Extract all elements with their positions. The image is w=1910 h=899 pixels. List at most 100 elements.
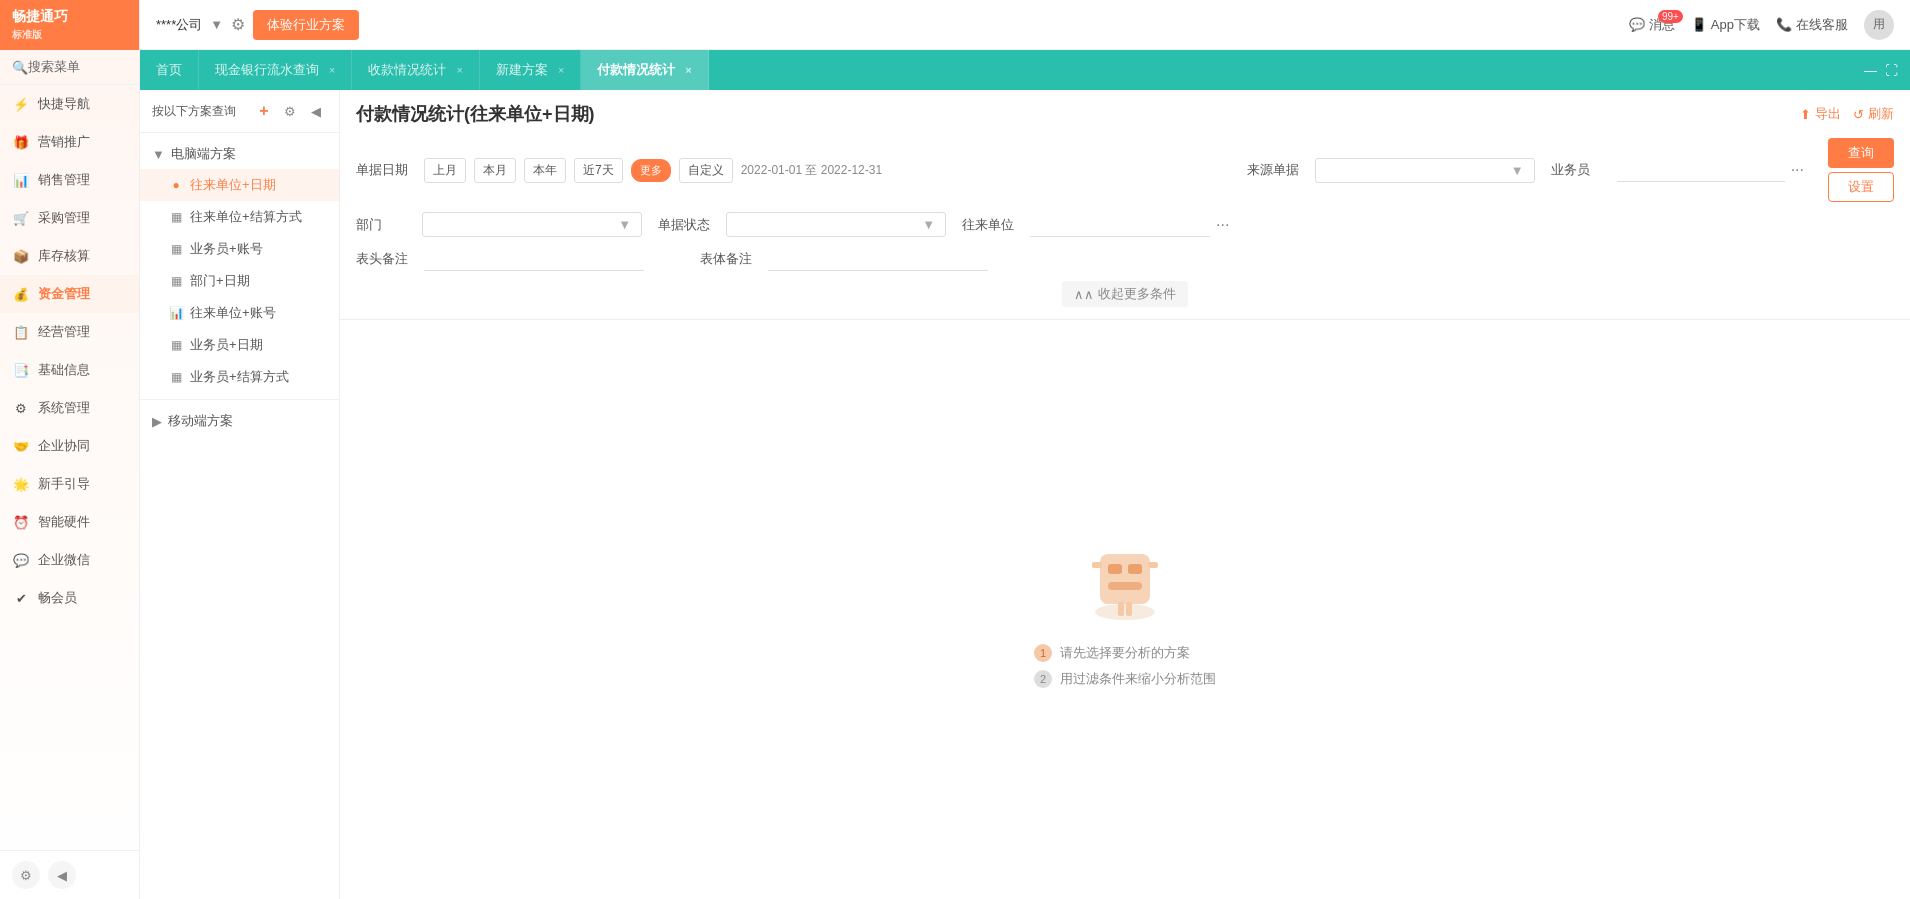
desktop-group-title[interactable]: ▼ 电脑端方案	[140, 139, 339, 169]
svg-rect-7	[1092, 562, 1102, 568]
mobile-group-title[interactable]: ▶ 移动端方案	[140, 406, 339, 436]
scheme-counterparty-account[interactable]: 📊 往来单位+账号	[140, 297, 339, 329]
sidebar-item-purchase[interactable]: 🛒 采购管理	[0, 199, 139, 237]
sidebar-item-hardware[interactable]: ⏰ 智能硬件	[0, 503, 139, 541]
collapse-more-btn[interactable]: ∧∧ 收起更多条件	[1062, 281, 1188, 307]
sidebar-item-member[interactable]: ✔ 畅会员	[0, 579, 139, 617]
user-avatar[interactable]: 用	[1864, 10, 1894, 40]
collapse-label: 收起更多条件	[1098, 285, 1176, 303]
date-btn-custom[interactable]: 自定义	[679, 158, 733, 183]
sidebar-item-basic[interactable]: 📑 基础信息	[0, 351, 139, 389]
tab-new[interactable]: 新建方案 ×	[480, 50, 581, 90]
sidebar-item-marketing[interactable]: 🎁 营销推广	[0, 123, 139, 161]
agent-field-wrap: ···	[1617, 158, 1804, 182]
tip-text-2: 用过滤条件来缩小分析范围	[1060, 670, 1216, 688]
header-remark-input[interactable]	[424, 247, 644, 271]
sidebar-item-inventory[interactable]: 📦 库存核算	[0, 237, 139, 275]
app-download-link[interactable]: 📱 App下载	[1691, 16, 1760, 34]
date-btn-more[interactable]: 更多	[631, 159, 671, 182]
tab-payment-label: 付款情况统计	[597, 61, 675, 79]
filter-row-3: 表头备注 表体备注	[356, 247, 1894, 271]
tab-minimize-icon[interactable]: —	[1864, 63, 1877, 78]
agent-input[interactable]	[1617, 158, 1785, 182]
dept-dropdown-icon: ▼	[618, 217, 631, 232]
sidebar-label-sales: 销售管理	[38, 171, 90, 189]
scheme-agent-account[interactable]: ▦ 业务员+账号	[140, 233, 339, 265]
filter-row-2: 部门 ▼ 单据状态 ▼ 往来单位 ···	[356, 212, 1894, 237]
sidebar-collapse-btn[interactable]: ◀	[48, 861, 76, 889]
sidebar-item-sales[interactable]: 📊 销售管理	[0, 161, 139, 199]
sidebar-settings-btn[interactable]: ⚙	[12, 861, 40, 889]
tab-income-close[interactable]: ×	[456, 64, 462, 76]
scheme-settings-btn[interactable]: ⚙	[279, 100, 301, 122]
date-btn-last-month[interactable]: 上月	[424, 158, 466, 183]
body-remark-input[interactable]	[768, 247, 988, 271]
settings-button[interactable]: 设置	[1828, 172, 1894, 202]
tab-income[interactable]: 收款情况统计 ×	[352, 50, 479, 90]
date-range-text: 2022-01-01 至 2022-12-31	[741, 162, 882, 179]
sidebar: 畅捷通巧 标准版 🔍 搜索菜单 ⚡ 快捷导航 🎁 营销推广 📊 销售管理 🛒 采…	[0, 0, 140, 899]
source-select[interactable]: ▼	[1315, 158, 1535, 183]
scheme-icon-2: ▦	[168, 241, 184, 257]
scheme-counterparty-date[interactable]: ● 往来单位+日期	[140, 169, 339, 201]
empty-tip-2: 2 用过滤条件来缩小分析范围	[1034, 670, 1216, 688]
scheme-dept-date[interactable]: ▦ 部门+日期	[140, 265, 339, 297]
dept-label: 部门	[356, 216, 406, 234]
sidebar-label-nav: 快捷导航	[38, 95, 90, 113]
sidebar-item-operation[interactable]: 📋 经营管理	[0, 313, 139, 351]
export-label: 导出	[1815, 105, 1841, 123]
scheme-label-agent-settle: 业务员+结算方式	[190, 368, 289, 386]
download-label: App下载	[1711, 16, 1760, 34]
member-icon: ✔	[12, 589, 30, 607]
agent-ellipsis-btn[interactable]: ···	[1791, 161, 1804, 179]
scheme-active-icon: ●	[168, 177, 184, 193]
top-header: ****公司 ▼ ⚙ 体验行业方案 💬 消息 99+ 📱 App下载 📞 在线客…	[140, 0, 1910, 50]
sidebar-item-wechat[interactable]: 💬 企业微信	[0, 541, 139, 579]
tab-home[interactable]: 首页	[140, 50, 199, 90]
sidebar-label-search: 搜索菜单	[28, 58, 80, 76]
sidebar-item-finance[interactable]: 💰 资金管理	[0, 275, 139, 313]
panel-collapse-btn[interactable]: ◀	[305, 100, 327, 122]
date-btn-this-month[interactable]: 本月	[474, 158, 516, 183]
sidebar-label-hardware: 智能硬件	[38, 513, 90, 531]
date-btn-7days[interactable]: 近7天	[574, 158, 623, 183]
empty-tips: 1 请先选择要分析的方案 2 用过滤条件来缩小分析范围	[1034, 644, 1216, 688]
settings-gear-icon[interactable]: ⚙	[231, 15, 245, 34]
notification-bell[interactable]: 💬 消息 99+	[1629, 16, 1675, 34]
add-scheme-btn[interactable]: +	[253, 100, 275, 122]
counterparty-ellipsis-btn[interactable]: ···	[1216, 216, 1229, 234]
header-remark-label: 表头备注	[356, 250, 408, 268]
sidebar-label-basic: 基础信息	[38, 361, 90, 379]
svg-rect-3	[1128, 564, 1142, 574]
sidebar-item-guide[interactable]: 🌟 新手引导	[0, 465, 139, 503]
tab-expand-icon[interactable]: ⛶	[1885, 63, 1898, 78]
tab-bank[interactable]: 现金银行流水查询 ×	[199, 50, 352, 90]
scheme-icon-1: ▦	[168, 209, 184, 225]
empty-state: 1 请先选择要分析的方案 2 用过滤条件来缩小分析范围	[340, 320, 1910, 899]
basic-icon: 📑	[12, 361, 30, 379]
sidebar-item-search[interactable]: 🔍 搜索菜单	[0, 50, 139, 85]
tab-new-close[interactable]: ×	[558, 64, 564, 76]
tab-payment[interactable]: 付款情况统计 ×	[581, 50, 708, 90]
scheme-counterparty-settle[interactable]: ▦ 往来单位+结算方式	[140, 201, 339, 233]
tab-bank-close[interactable]: ×	[329, 64, 335, 76]
tab-payment-close[interactable]: ×	[685, 64, 691, 76]
status-select[interactable]: ▼	[726, 212, 946, 237]
dropdown-icon[interactable]: ▼	[210, 17, 223, 32]
date-btn-this-year[interactable]: 本年	[524, 158, 566, 183]
sidebar-item-system[interactable]: ⚙ 系统管理	[0, 389, 139, 427]
query-button[interactable]: 查询	[1828, 138, 1894, 168]
refresh-btn[interactable]: ↺ 刷新	[1853, 105, 1894, 123]
online-service-link[interactable]: 📞 在线客服	[1776, 16, 1848, 34]
scheme-agent-date[interactable]: ▦ 业务员+日期	[140, 329, 339, 361]
sidebar-item-nav[interactable]: ⚡ 快捷导航	[0, 85, 139, 123]
scheme-agent-settle[interactable]: ▦ 业务员+结算方式	[140, 361, 339, 393]
counterparty-input[interactable]	[1030, 213, 1210, 237]
sidebar-item-enterprise[interactable]: 🤝 企业协同	[0, 427, 139, 465]
export-btn[interactable]: ⬆ 导出	[1800, 105, 1841, 123]
scheme-icon-6: ▦	[168, 369, 184, 385]
header-left: ****公司 ▼ ⚙ 体验行业方案	[156, 10, 1617, 40]
dept-select[interactable]: ▼	[422, 212, 642, 237]
trial-button[interactable]: 体验行业方案	[253, 10, 359, 40]
app-edition: 标准版	[12, 28, 68, 42]
